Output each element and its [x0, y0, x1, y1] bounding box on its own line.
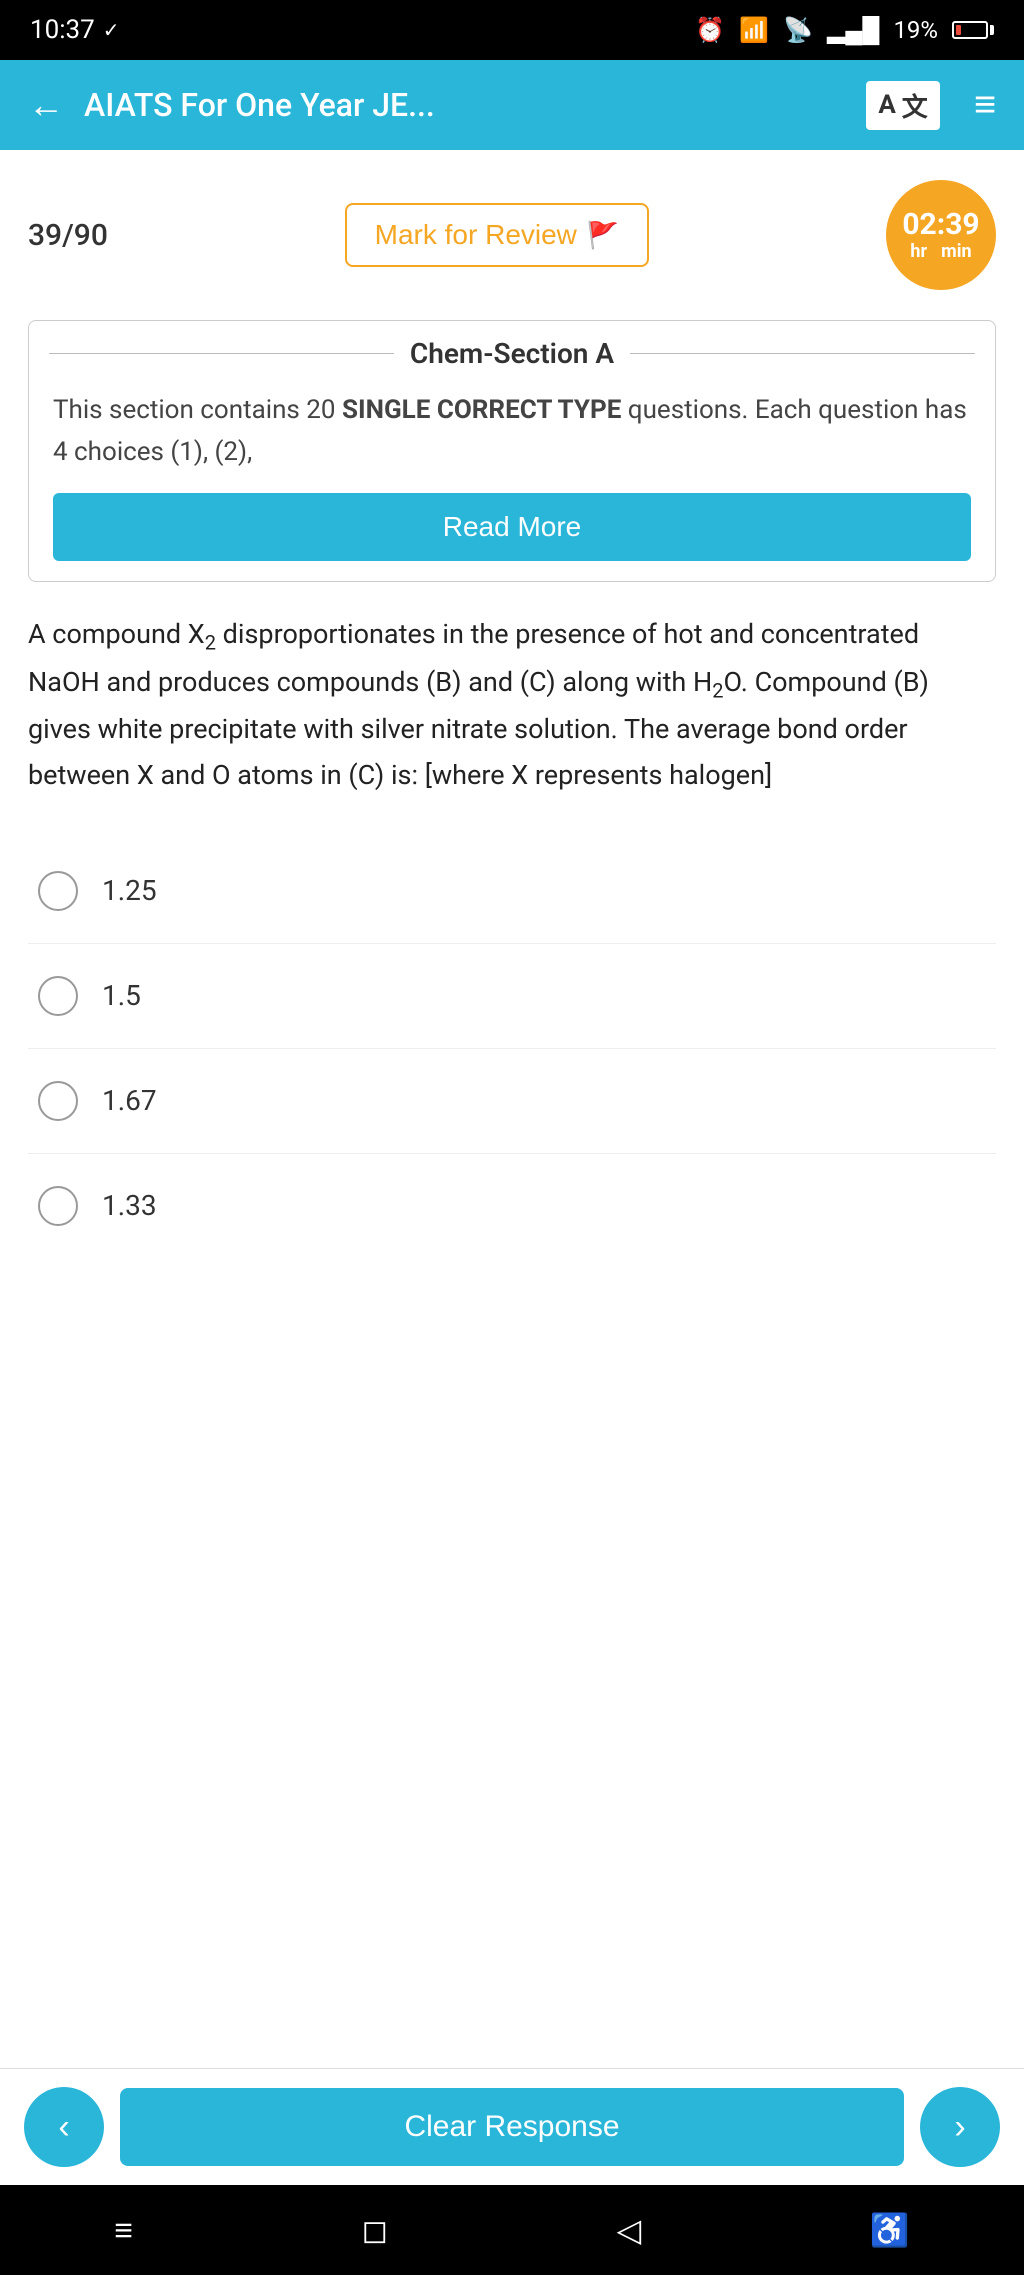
android-home-icon[interactable]: ◻: [362, 2211, 389, 2249]
status-bar: 10:37 ✓ ⏰ 📶 📡 ▂▄█ 19%: [0, 0, 1024, 60]
timer-hr-label: hr: [910, 241, 927, 262]
main-content: 39/90 Mark for Review 🚩 02:39 hr min Che…: [0, 150, 1024, 2068]
question-counter: 39/90: [28, 218, 108, 253]
timer-min-label: min: [941, 241, 971, 262]
app-header: ← AIATS For One Year JE... A 文 ≡: [0, 60, 1024, 150]
option-label-4: 1.33: [102, 1189, 157, 1222]
mark-review-button[interactable]: Mark for Review 🚩: [345, 203, 650, 267]
option-radio-3[interactable]: [38, 1081, 78, 1121]
section-card: Chem-Section A This section contains 20 …: [28, 320, 996, 582]
time-display: 10:37: [30, 15, 95, 45]
question-meta-row: 39/90 Mark for Review 🚩 02:39 hr min: [28, 180, 996, 290]
alarm-icon: ⏰: [695, 16, 725, 44]
options-list: 1.25 1.5 1.67 1.33: [28, 839, 996, 1226]
option-label-1: 1.25: [102, 874, 157, 907]
option-radio-2[interactable]: [38, 976, 78, 1016]
translate-a: A: [878, 90, 895, 120]
option-item-4[interactable]: 1.33: [28, 1154, 996, 1226]
option-label-2: 1.5: [102, 979, 141, 1012]
option-item-3[interactable]: 1.67: [28, 1049, 996, 1154]
wifi-icon: 📶: [739, 16, 769, 44]
next-arrow-icon: ›: [954, 2108, 965, 2147]
check-icon: ✓: [103, 18, 120, 42]
timer-display: 02:39: [902, 208, 979, 241]
option-item-2[interactable]: 1.5: [28, 944, 996, 1049]
signal-icon: 📡: [783, 16, 813, 44]
prev-arrow-icon: ‹: [58, 2108, 69, 2147]
status-time: 10:37 ✓: [30, 15, 120, 45]
next-button[interactable]: ›: [920, 2087, 1000, 2167]
android-menu-icon[interactable]: ≡: [114, 2211, 133, 2249]
network-bars: ▂▄█: [827, 16, 879, 45]
android-back-icon[interactable]: ◁: [617, 2211, 642, 2249]
section-line-right: [630, 353, 975, 355]
translate-icon: 文: [902, 87, 928, 124]
timer-circle: 02:39 hr min: [886, 180, 996, 290]
clear-response-button[interactable]: Clear Response: [120, 2088, 904, 2166]
option-radio-1[interactable]: [38, 871, 78, 911]
battery-icon: [952, 21, 994, 39]
previous-button[interactable]: ‹: [24, 2087, 104, 2167]
option-label-3: 1.67: [102, 1084, 157, 1117]
section-description: This section contains 20 SINGLE CORRECT …: [53, 390, 971, 473]
section-card-header: Chem-Section A: [29, 321, 995, 370]
translate-button[interactable]: A 文: [866, 81, 939, 130]
menu-button[interactable]: ≡: [974, 83, 996, 127]
flag-icon: 🚩: [587, 220, 619, 251]
android-nav-bar: ≡ ◻ ◁ ♿: [0, 2185, 1024, 2275]
back-button[interactable]: ←: [28, 84, 64, 126]
option-item-1[interactable]: 1.25: [28, 839, 996, 944]
read-more-button[interactable]: Read More: [53, 493, 971, 561]
question-text: A compound X2 disproportionates in the p…: [28, 612, 996, 799]
status-icons: ⏰ 📶 📡 ▂▄█ 19%: [695, 16, 994, 45]
section-line-left: [49, 353, 394, 355]
mark-review-label: Mark for Review: [375, 219, 577, 251]
bottom-navigation: ‹ Clear Response ›: [0, 2068, 1024, 2185]
timer-labels: hr min: [910, 241, 971, 262]
option-radio-4[interactable]: [38, 1186, 78, 1226]
section-card-body: This section contains 20 SINGLE CORRECT …: [29, 370, 995, 581]
section-title: Chem-Section A: [410, 337, 614, 370]
android-accessibility-icon[interactable]: ♿: [870, 2211, 910, 2249]
battery-percent: 19%: [893, 16, 938, 44]
header-title: AIATS For One Year JE...: [84, 86, 846, 124]
